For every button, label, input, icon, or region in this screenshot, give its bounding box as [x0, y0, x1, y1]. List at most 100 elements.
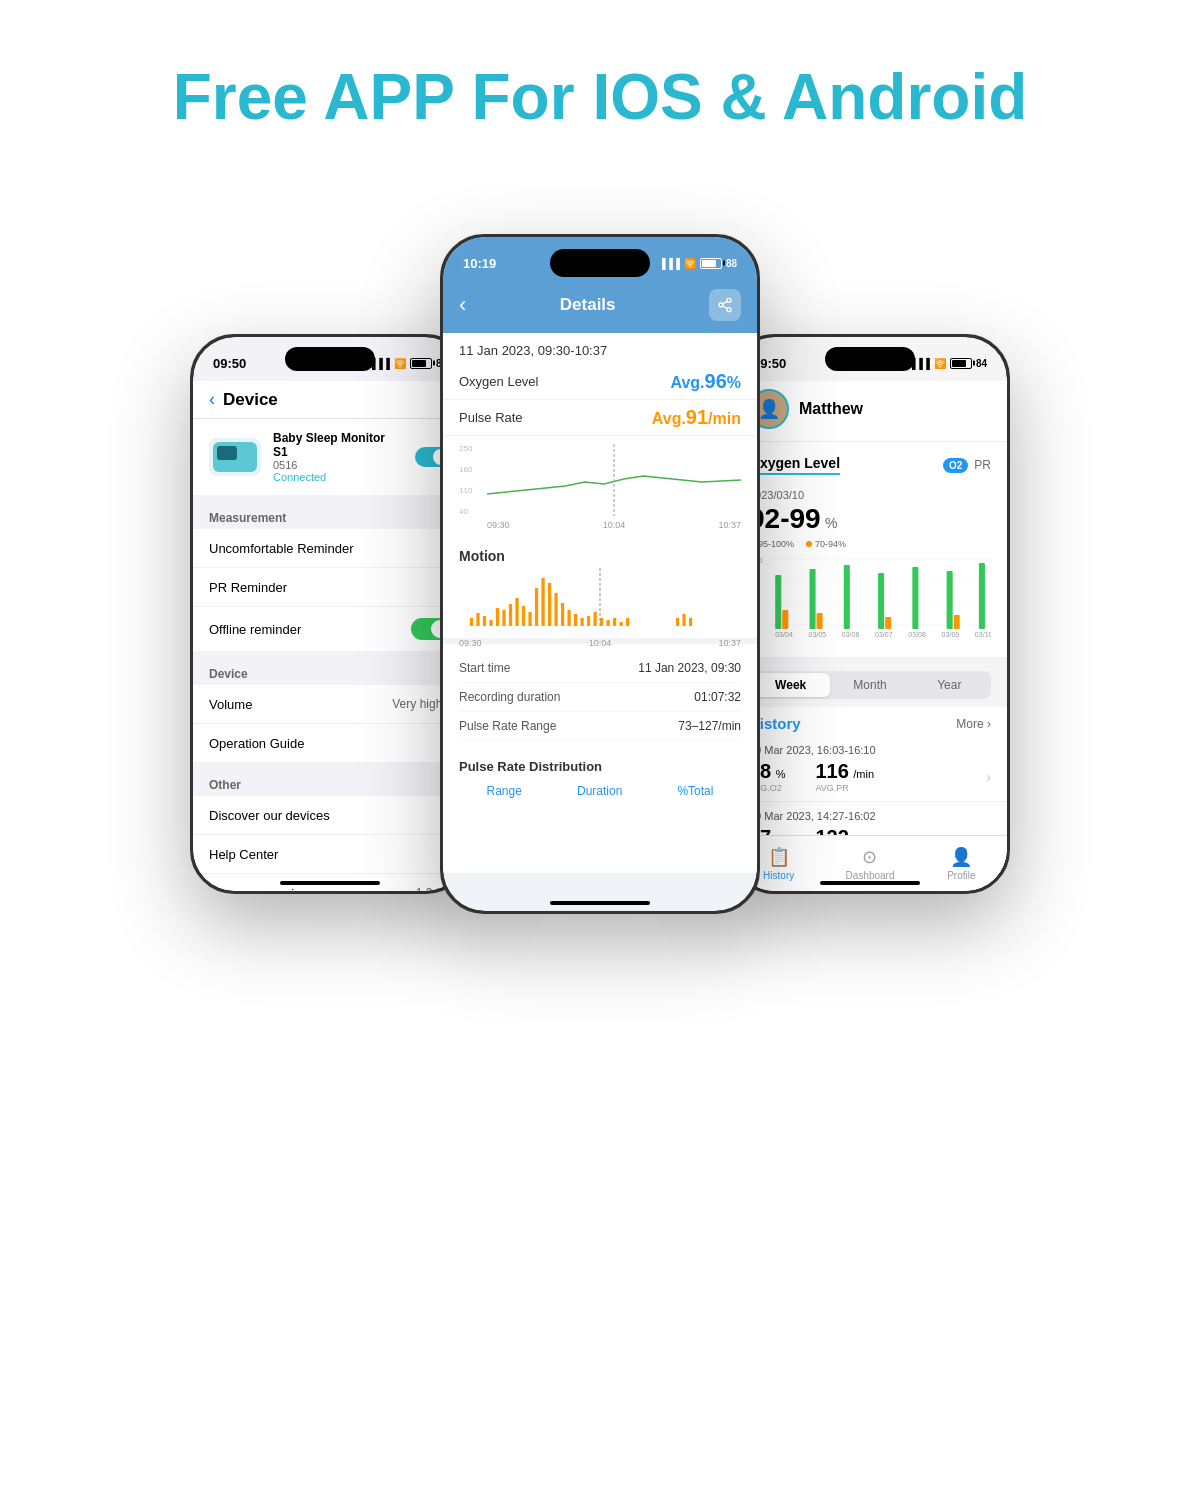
pr-label-1: AVG.PR — [815, 783, 874, 793]
svg-rect-47 — [844, 565, 850, 629]
right-phone-screen: 09:50 ▐▐▐ 🛜 84 👤 Matthew — [733, 337, 1007, 891]
firmware-version-label: Firmware version — [209, 886, 309, 892]
time-range-tabs: Week Month Year — [749, 671, 991, 699]
dashboard-tab-icon: ⊙ — [862, 846, 877, 868]
offline-reminder-label: Offline reminder — [209, 622, 301, 637]
oxygen-avg-value: Avg.96% — [670, 370, 741, 393]
svg-rect-8 — [483, 616, 486, 626]
svg-text:03/05: 03/05 — [808, 631, 826, 638]
svg-rect-10 — [496, 608, 499, 626]
center-phone: 10:19 ▐▐▐ 🛜 88 ‹ Details — [440, 234, 760, 914]
chart-x-start: 09:30 — [487, 520, 510, 530]
device-list: Volume Very high › Operation Guide › — [193, 685, 467, 762]
motion-label: Motion — [443, 540, 757, 568]
other-list: Discover our devices › Help Center › Fir… — [193, 796, 467, 891]
details-title: Details — [560, 295, 616, 315]
svg-text:03/09: 03/09 — [942, 631, 960, 638]
svg-rect-48 — [878, 573, 884, 629]
chart-y-40: 40 — [459, 507, 487, 516]
time-left: 09:50 — [213, 356, 246, 371]
history-date-2: 10 Mar 2023, 14:27-16:02 — [749, 810, 991, 822]
more-link[interactable]: More › — [956, 717, 991, 731]
tab-dashboard[interactable]: ⊙ Dashboard — [824, 846, 915, 881]
oxygen-level-row: Oxygen Level Avg.96% — [443, 364, 757, 400]
status-icons-left: ▐▐▐ 🛜 84 — [369, 358, 447, 369]
svg-point-2 — [727, 308, 731, 312]
pr-range-value: 73–127/min — [678, 719, 741, 733]
svg-rect-52 — [954, 615, 960, 629]
section-measurement: Measurement — [193, 501, 467, 529]
oxygen-chart-area: 250 180 110 40 09:30 — [443, 436, 757, 540]
volume-item[interactable]: Volume Very high › — [193, 685, 467, 724]
wifi-icon-center: 🛜 — [684, 258, 696, 269]
operation-guide-item[interactable]: Operation Guide › — [193, 724, 467, 762]
svg-point-1 — [719, 303, 723, 307]
right-phone: 09:50 ▐▐▐ 🛜 84 👤 Matthew — [730, 334, 1010, 894]
svg-rect-19 — [554, 593, 557, 626]
share-icon[interactable] — [709, 289, 741, 321]
stat-recording: Recording duration 01:07:32 — [459, 683, 741, 712]
svg-rect-22 — [574, 614, 577, 626]
back-button-center[interactable]: ‹ — [459, 292, 466, 318]
svg-point-0 — [727, 298, 731, 302]
user-header: 👤 Matthew — [733, 381, 1007, 442]
dynamic-island-right — [825, 347, 915, 371]
o2-unit-1: % — [776, 768, 786, 780]
pr-reminder-item[interactable]: PR Reminder › — [193, 568, 467, 607]
svg-rect-27 — [607, 620, 610, 626]
tab-month[interactable]: Month — [830, 673, 909, 697]
tab-profile[interactable]: 👤 Profile — [916, 846, 1007, 881]
home-indicator-left — [280, 881, 380, 885]
help-center-item[interactable]: Help Center › — [193, 835, 467, 874]
uncomfortable-reminder-item[interactable]: Uncomfortable Reminder › — [193, 529, 467, 568]
device-image — [209, 438, 261, 476]
left-phone-screen: 09:50 ▐▐▐ 🛜 84 ‹ Device — [193, 337, 467, 891]
svg-rect-25 — [593, 612, 596, 626]
history-item-1[interactable]: 10 Mar 2023, 16:03-16:10 98 % AVG.O2 116… — [733, 736, 1007, 802]
svg-rect-49 — [885, 617, 891, 629]
back-button-left[interactable]: ‹ — [209, 389, 215, 410]
svg-rect-12 — [509, 604, 512, 626]
recording-value: 01:07:32 — [694, 690, 741, 704]
start-time-value: 11 Jan 2023, 09:30 — [638, 661, 741, 675]
pr-range-label: Pulse Rate Range — [459, 719, 556, 733]
svg-rect-18 — [548, 583, 551, 626]
dist-duration: Duration — [577, 784, 622, 798]
details-date: 11 Jan 2023, 09:30-10:37 — [443, 333, 757, 364]
device-card: Baby Sleep Monitor S1 0516 Connected — [193, 419, 467, 501]
svg-rect-32 — [682, 614, 685, 626]
battery-center — [700, 258, 722, 269]
svg-text:03/04: 03/04 — [775, 631, 793, 638]
svg-rect-15 — [528, 612, 531, 626]
stat-start-time: Start time 11 Jan 2023, 09:30 — [459, 654, 741, 683]
discover-devices-item[interactable]: Discover our devices › — [193, 796, 467, 835]
svg-rect-46 — [817, 613, 823, 629]
stats-section: Start time 11 Jan 2023, 09:30 Recording … — [443, 638, 757, 751]
offline-reminder-item[interactable]: Offline reminder — [193, 607, 467, 651]
tab-week[interactable]: Week — [751, 673, 830, 697]
dashboard-tab-label: Dashboard — [846, 870, 895, 881]
dist-cols: Range Duration %Total — [443, 778, 757, 804]
device-connected: Connected — [273, 471, 403, 483]
history-tab-icon: 📋 — [768, 846, 790, 868]
svg-rect-14 — [522, 606, 525, 626]
status-icons-center: ▐▐▐ 🛜 88 — [659, 258, 737, 269]
recording-label: Recording duration — [459, 690, 560, 704]
pulse-value: 91 — [686, 406, 708, 428]
tab-year[interactable]: Year — [910, 673, 989, 697]
svg-rect-17 — [541, 578, 544, 626]
dist-total: %Total — [677, 784, 713, 798]
svg-line-3 — [723, 306, 728, 309]
profile-tab-label: Profile — [947, 870, 975, 881]
history-date-1: 10 Mar 2023, 16:03-16:10 — [749, 744, 991, 756]
chart-x-end: 10:37 — [718, 520, 741, 530]
history-stats-1: 98 % AVG.O2 116 /min AVG.PR — [749, 760, 874, 793]
user-name: Matthew — [799, 400, 863, 418]
battery-right — [950, 358, 972, 369]
center-phone-screen: 10:19 ▐▐▐ 🛜 88 ‹ Details — [443, 237, 757, 911]
monitor-icon — [213, 442, 257, 472]
device-id: 0516 — [273, 459, 403, 471]
legend-row: 95-100% 70-94% — [749, 539, 991, 549]
firmware-version-value: 1.2.0 — [416, 886, 443, 891]
discover-devices-label: Discover our devices — [209, 808, 330, 823]
